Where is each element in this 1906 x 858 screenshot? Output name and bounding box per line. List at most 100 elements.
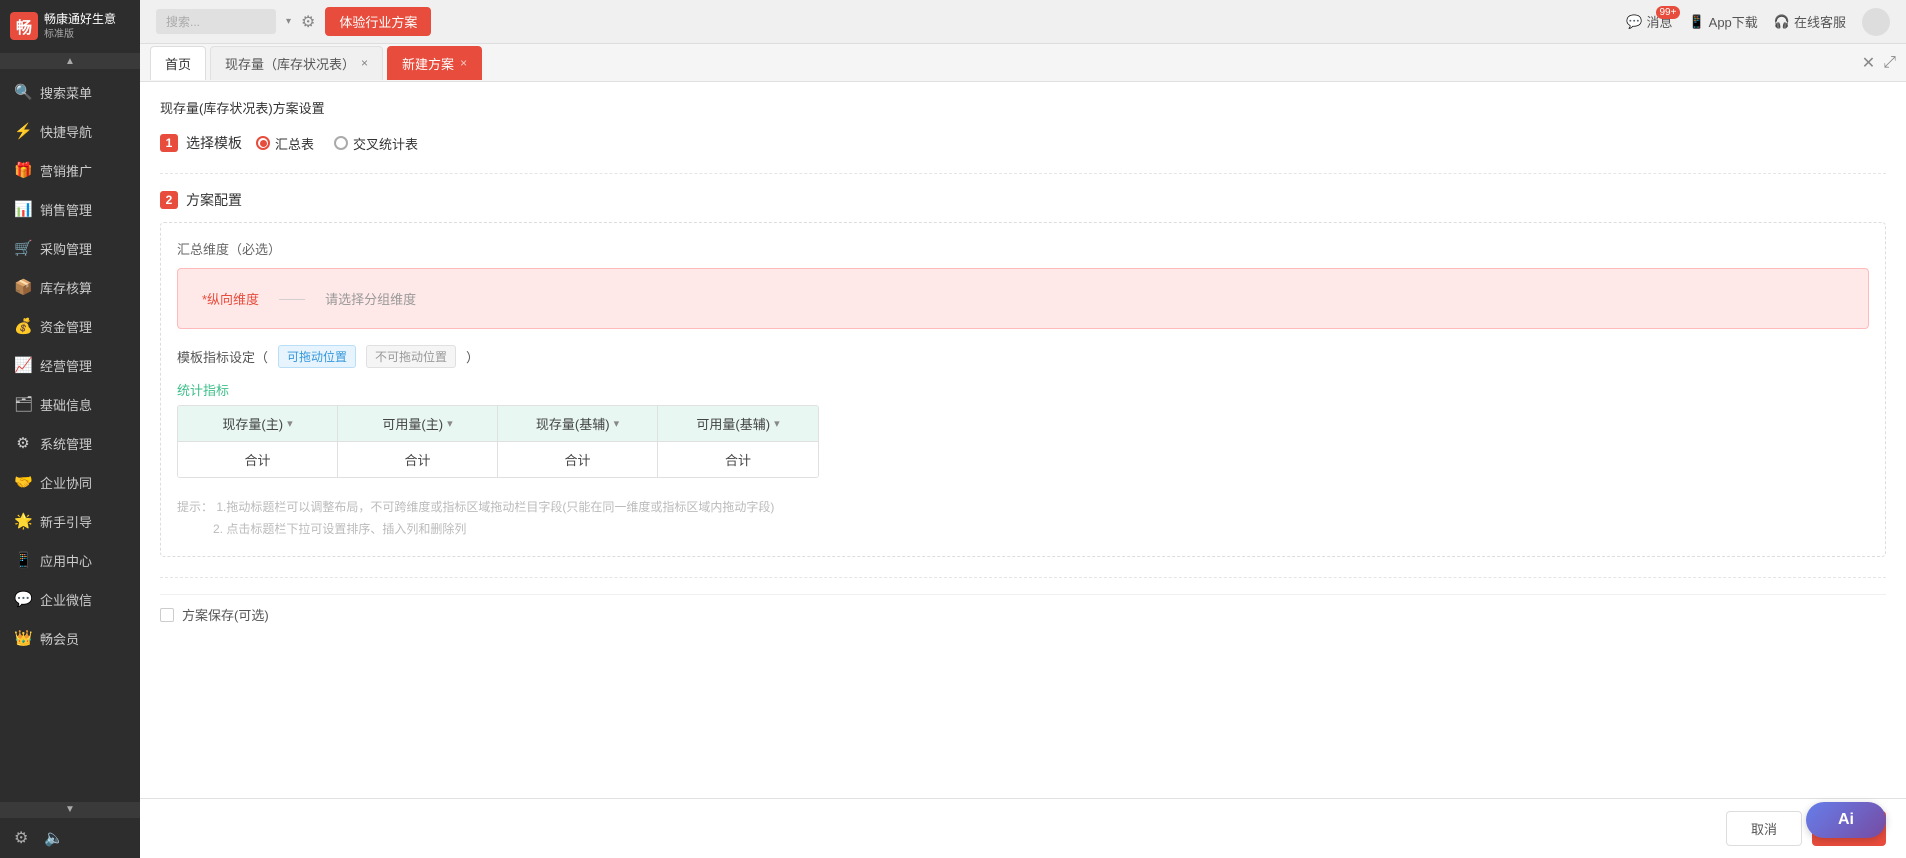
stats-table: 现存量(主) ▾ 可用量(主) ▾ 现存量(基辅) ▾ 可用量(基辅) <box>177 405 819 478</box>
sidebar-item-operations[interactable]: 📈 经营管理 <box>0 346 140 385</box>
ai-button[interactable]: Ai <box>1806 802 1886 838</box>
stats-header-row: 现存量(主) ▾ 可用量(主) ▾ 现存量(基辅) ▾ 可用量(基辅) <box>178 406 818 441</box>
logo-text: 畅康通好生意 标准版 <box>44 12 116 41</box>
section-1: 1 选择模板 汇总表 交叉统计表 <box>160 133 1886 153</box>
col-3-dropdown-icon[interactable]: ▾ <box>774 417 780 430</box>
col-2-label: 现存量(基辅) <box>536 414 610 433</box>
sidebar-scroll-down[interactable]: ▼ <box>0 802 140 817</box>
select-placeholder[interactable]: 请选择分组维度 <box>325 289 416 308</box>
user-avatar[interactable] <box>1862 8 1890 36</box>
messages-badge: 99+ <box>1656 6 1681 19</box>
newbie-icon: 🌟 <box>14 512 32 530</box>
online-service-item[interactable]: 🎧 在线客服 <box>1774 12 1846 31</box>
schema-config: 汇总维度（必选） *纵向维度 —— 请选择分组维度 模板指标设定（ 可拖动位置 … <box>160 222 1886 557</box>
sidebar-item-search-menu[interactable]: 🔍 搜索菜单 <box>0 73 140 112</box>
close-panel-icon[interactable]: ✕ <box>1862 53 1875 73</box>
contracts-icon: 🤝 <box>14 473 32 491</box>
section-divider-1 <box>160 173 1886 174</box>
stats-col-1[interactable]: 可用量(主) ▾ <box>338 406 498 441</box>
tab-inventory-close-icon[interactable]: × <box>361 56 368 70</box>
col-2-dropdown-icon[interactable]: ▾ <box>614 417 620 430</box>
section1-num: 1 <box>160 134 178 152</box>
expand-icon[interactable]: ⤢ <box>1883 54 1896 72</box>
message-icon: 💬 <box>1626 14 1642 30</box>
sidebar-item-label: 快捷导航 <box>40 122 92 141</box>
sidebar-item-enterprise-wechat[interactable]: 💬 企业微信 <box>0 580 140 619</box>
save-checkbox[interactable] <box>160 608 174 622</box>
sidebar-item-label: 搜索菜单 <box>40 83 92 102</box>
indicator-settings: 模板指标设定（ 可拖动位置 不可拖动位置 ） <box>177 345 1869 368</box>
content-area: 现存量(库存状况表)方案设置 1 选择模板 汇总表 交叉统计表 <box>140 82 1906 798</box>
sidebar-item-label: 营销推广 <box>40 161 92 180</box>
sidebar-nav: 🔍 搜索菜单 ⚡ 快捷导航 🎁 营销推广 📊 销售管理 🛒 采购管理 📦 库存核… <box>0 69 140 802</box>
messages-item[interactable]: 💬 消息 99+ <box>1626 12 1672 31</box>
bottom-bar: 取消 查询 <box>140 798 1906 858</box>
save-option: 方案保存(可选) <box>160 594 1886 634</box>
settings-icon[interactable]: ⚙ <box>14 828 28 848</box>
topbar-search[interactable]: 搜索... <box>156 9 276 34</box>
col-0-label: 现存量(主) <box>222 414 283 433</box>
topbar-settings-icon[interactable]: ⚙ <box>301 12 315 32</box>
sidebar-item-finance[interactable]: 💰 资金管理 <box>0 307 140 346</box>
indicator-settings-close: ） <box>466 347 479 366</box>
sidebar-item-newbie[interactable]: 🌟 新手引导 <box>0 502 140 541</box>
section2-num: 2 <box>160 191 178 209</box>
sidebar-item-basic-info[interactable]: 🗂 基础信息 <box>0 385 140 424</box>
purchase-icon: 🛒 <box>14 239 32 257</box>
sidebar-item-label: 经营管理 <box>40 356 92 375</box>
sidebar-scroll-up[interactable]: ▲ <box>0 54 140 69</box>
tabs-bar: 首页 现存量（库存状况表） × 新建方案 × ✕ ⤢ <box>140 44 1906 82</box>
stats-col-2[interactable]: 现存量(基辅) ▾ <box>498 406 658 441</box>
stats-col-3[interactable]: 可用量(基辅) ▾ <box>658 406 818 441</box>
tab-home-label: 首页 <box>165 54 191 73</box>
finance-icon: 💰 <box>14 317 32 335</box>
tab-new-scheme[interactable]: 新建方案 × <box>387 46 482 80</box>
stats-col-0[interactable]: 现存量(主) ▾ <box>178 406 338 441</box>
cancel-button[interactable]: 取消 <box>1726 811 1802 846</box>
stats-label: 统计指标 <box>177 380 1869 399</box>
operations-icon: 📈 <box>14 356 32 374</box>
radio-summary[interactable]: 汇总表 <box>256 134 314 153</box>
sidebar-item-contracts[interactable]: 🤝 企业协同 <box>0 463 140 502</box>
tab-inventory[interactable]: 现存量（库存状况表） × <box>210 46 383 80</box>
save-option-label: 方案保存(可选) <box>182 605 269 624</box>
sidebar-footer: ⚙ 🔈 <box>0 817 140 858</box>
app-center-icon: 📱 <box>14 551 32 569</box>
radio-cross[interactable]: 交叉统计表 <box>334 134 418 153</box>
tab-new-close-icon[interactable]: × <box>460 56 467 70</box>
stats-data-row: 合计 合计 合计 合计 <box>178 441 818 477</box>
col-1-dropdown-icon[interactable]: ▾ <box>447 417 453 430</box>
sidebar-item-sales[interactable]: 📊 销售管理 <box>0 190 140 229</box>
tip-2: 2. 点击标题栏下拉可设置排序、插入列和删除列 <box>177 519 1869 541</box>
radio-summary-dot <box>256 136 270 150</box>
membership-icon: 👑 <box>14 629 32 647</box>
aggregate-label: 汇总维度（必选） <box>177 239 1869 258</box>
sidebar-item-app-center[interactable]: 📱 应用中心 <box>0 541 140 580</box>
headset-icon: 🎧 <box>1774 14 1790 30</box>
warning-box: *纵向维度 —— 请选择分组维度 <box>177 268 1869 329</box>
section-2: 2 方案配置 汇总维度（必选） *纵向维度 —— 请选择分组维度 模板指标设定（… <box>160 190 1886 557</box>
tab-home[interactable]: 首页 <box>150 46 206 80</box>
marketing-icon: 🎁 <box>14 161 32 179</box>
tabs-right-icons: ✕ ⤢ <box>1862 53 1896 73</box>
stats-data-col-2: 合计 <box>498 442 658 477</box>
sidebar-item-inventory[interactable]: 📦 库存核算 <box>0 268 140 307</box>
topbar-search-text: 搜索... <box>166 13 200 30</box>
section-divider-2 <box>160 577 1886 578</box>
speaker-icon[interactable]: 🔈 <box>44 828 64 848</box>
sidebar-item-purchase[interactable]: 🛒 采购管理 <box>0 229 140 268</box>
stats-data-col-3: 合计 <box>658 442 818 477</box>
online-service-label: 在线客服 <box>1794 12 1846 31</box>
sidebar-item-system[interactable]: ⚙ 系统管理 <box>0 424 140 463</box>
topbar-dropdown-icon[interactable]: ▾ <box>286 16 291 27</box>
section2-header: 2 方案配置 <box>160 190 1886 210</box>
trial-button[interactable]: 体验行业方案 <box>325 7 431 36</box>
vertical-dim-label: *纵向维度 <box>202 289 259 308</box>
col-0-dropdown-icon[interactable]: ▾ <box>287 417 293 430</box>
sidebar-item-marketing[interactable]: 🎁 营销推广 <box>0 151 140 190</box>
basic-info-icon: 🗂 <box>14 395 32 413</box>
sidebar-item-quick-nav[interactable]: ⚡ 快捷导航 <box>0 112 140 151</box>
app-download-item[interactable]: 📱 App下载 <box>1688 12 1757 31</box>
sidebar-item-membership[interactable]: 👑 畅会员 <box>0 619 140 658</box>
system-icon: ⚙ <box>14 434 32 452</box>
